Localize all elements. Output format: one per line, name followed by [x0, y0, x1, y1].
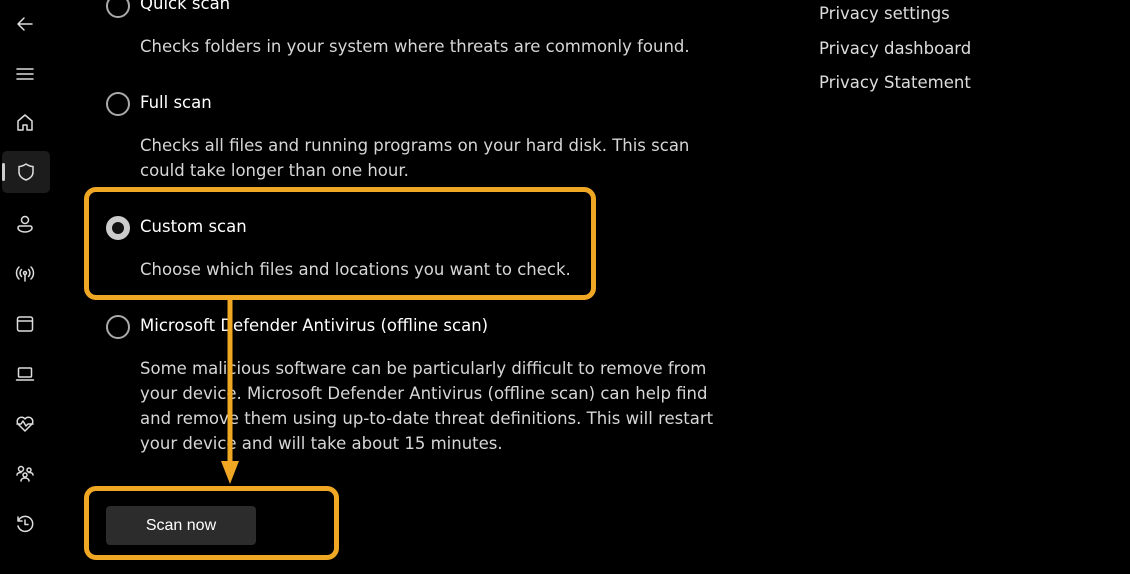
offline-scan-radio[interactable] — [106, 315, 130, 339]
privacy-statement-link[interactable]: Privacy Statement — [819, 66, 971, 101]
scan-now-button[interactable]: Scan now — [106, 506, 256, 545]
health-icon[interactable] — [9, 408, 41, 440]
navigation-sidebar — [0, 0, 50, 574]
network-icon[interactable] — [9, 258, 41, 290]
history-icon[interactable] — [9, 508, 41, 540]
account-icon[interactable] — [9, 208, 41, 240]
shield-icon[interactable] — [2, 151, 50, 193]
app-browser-icon[interactable] — [9, 308, 41, 340]
full-scan-description: Checks all files and running programs on… — [140, 136, 690, 180]
family-icon[interactable] — [9, 458, 41, 490]
full-scan-radio[interactable] — [106, 92, 130, 116]
back-icon[interactable] — [9, 8, 41, 40]
device-icon[interactable] — [9, 358, 41, 390]
full-scan-label: Full scan — [140, 93, 212, 112]
quick-scan-label: Quick scan — [140, 0, 231, 13]
offline-scan-label: Microsoft Defender Antivirus (offline sc… — [140, 316, 489, 335]
quick-scan-radio[interactable] — [106, 0, 130, 18]
arrow-annotation — [221, 298, 239, 484]
custom-scan-highlight — [84, 187, 596, 300]
privacy-links: Privacy settings Privacy dashboard Priva… — [819, 0, 971, 101]
menu-icon[interactable] — [9, 58, 41, 90]
home-icon[interactable] — [9, 107, 41, 139]
privacy-settings-link[interactable]: Privacy settings — [819, 0, 971, 32]
privacy-dashboard-link[interactable]: Privacy dashboard — [819, 32, 971, 67]
quick-scan-description: Checks folders in your system where thre… — [140, 37, 690, 56]
selection-indicator — [2, 163, 5, 181]
